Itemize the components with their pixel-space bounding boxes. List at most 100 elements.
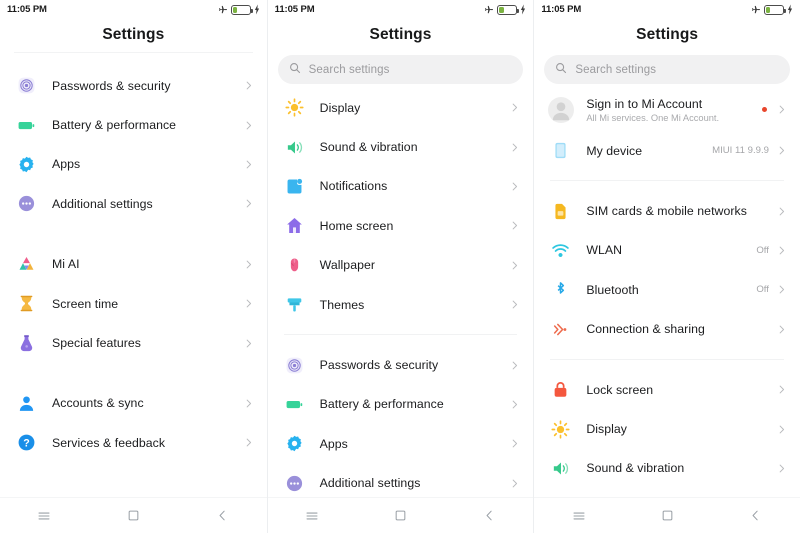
chevron-right-icon[interactable] — [243, 338, 254, 349]
mi-ai-icon — [17, 255, 36, 274]
list-item-texts: Apps — [320, 437, 348, 451]
list-item[interactable]: ? Services & feedback — [0, 423, 267, 462]
settings-list[interactable]: Display Sound & vibration Notifications Hom… — [268, 84, 534, 497]
nav-back-button[interactable] — [736, 501, 776, 531]
list-item-label: Sign in to Mi Account — [586, 96, 703, 111]
nav-menu-button[interactable] — [559, 501, 599, 531]
chevron-right-icon[interactable] — [776, 384, 787, 395]
list-item-texts: Passwords & security — [52, 79, 171, 93]
list-item[interactable]: SIM cards & mobile networks — [534, 191, 800, 230]
nav-home-button[interactable] — [647, 501, 687, 531]
list-item[interactable]: Lock screen — [534, 370, 800, 409]
chevron-right-icon[interactable] — [509, 478, 520, 489]
person-icon — [17, 394, 36, 413]
chevron-right-icon[interactable] — [776, 206, 787, 217]
chevron-right-icon[interactable] — [776, 284, 787, 295]
chevron-right-icon[interactable] — [509, 299, 520, 310]
list-item-texts: Special features — [52, 336, 141, 350]
list-item-texts: Battery & performance — [52, 118, 176, 132]
list-item[interactable]: Apps — [0, 145, 267, 184]
list-item[interactable]: Battery & performance — [268, 385, 534, 424]
chevron-right-icon[interactable] — [243, 437, 254, 448]
chevron-right-icon[interactable] — [509, 142, 520, 153]
list-item-label: Additional settings — [319, 476, 421, 491]
chevron-right-icon[interactable] — [509, 102, 520, 113]
chevron-right-icon[interactable] — [776, 145, 787, 156]
list-item[interactable]: Additional settings — [0, 184, 267, 223]
list-item-texts: Wallpaper — [320, 258, 375, 272]
list-item[interactable]: WLAN Off — [534, 231, 800, 270]
list-item-label: Mi AI — [52, 257, 80, 272]
list-item[interactable]: Themes — [268, 285, 534, 324]
list-item[interactable]: Notifications — [268, 167, 534, 206]
chevron-right-icon[interactable] — [776, 104, 787, 115]
list-item[interactable]: Connection & sharing — [534, 310, 800, 349]
battery-icon: 27 — [497, 4, 520, 15]
list-item[interactable]: Apps — [268, 424, 534, 463]
chevron-right-icon[interactable] — [243, 198, 254, 209]
chevron-right-icon[interactable] — [509, 360, 520, 371]
nav-home-button[interactable] — [380, 501, 420, 531]
list-item-label: Accounts & sync — [52, 396, 144, 411]
list-item[interactable]: Sound & vibration — [268, 127, 534, 166]
settings-group: Passwords & security Battery & performanc… — [268, 345, 534, 497]
list-item[interactable]: Wallpaper — [268, 246, 534, 285]
chevron-right-icon[interactable] — [243, 159, 254, 170]
list-item-texts: SIM cards & mobile networks — [586, 204, 747, 218]
status-bar-time: 11:05 PM — [274, 4, 315, 15]
list-item[interactable]: Home screen — [268, 206, 534, 245]
svg-text:?: ? — [23, 438, 30, 450]
list-item-texts: Display — [586, 422, 627, 436]
search-input[interactable]: Search settings — [277, 55, 524, 84]
chevron-right-icon[interactable] — [509, 181, 520, 192]
battery-percent-label: 27 — [503, 6, 511, 13]
chevron-right-icon[interactable] — [776, 324, 787, 335]
chevron-right-icon[interactable] — [243, 80, 254, 91]
nav-menu-button[interactable] — [292, 501, 332, 531]
list-item[interactable]: Additional settings — [268, 464, 534, 497]
list-item[interactable]: Sound & vibration — [534, 449, 800, 488]
list-item[interactable]: Mi AI — [0, 245, 267, 284]
list-item[interactable]: Bluetooth Off — [534, 270, 800, 309]
chevron-right-icon[interactable] — [509, 399, 520, 410]
nav-back-button[interactable] — [469, 501, 509, 531]
nav-menu-button[interactable] — [24, 501, 64, 531]
chevron-right-icon[interactable] — [509, 220, 520, 231]
chevron-right-icon[interactable] — [509, 260, 520, 271]
list-item-label: Lock screen — [586, 382, 654, 397]
nav-home-button[interactable] — [113, 501, 153, 531]
chevron-right-icon[interactable] — [243, 259, 254, 270]
list-item[interactable]: Passwords & security — [0, 66, 267, 105]
list-item[interactable]: Battery & performance — [0, 105, 267, 144]
chevron-right-icon[interactable] — [243, 398, 254, 409]
chevron-right-icon[interactable] — [509, 438, 520, 449]
chevron-right-icon[interactable] — [776, 245, 787, 256]
search-input[interactable]: Search settings — [544, 55, 790, 84]
chevron-right-icon[interactable] — [243, 298, 254, 309]
list-item[interactable]: Screen time — [0, 284, 267, 323]
list-item-texts: Battery & performance — [320, 397, 444, 411]
list-item[interactable]: Accounts & sync — [0, 384, 267, 423]
status-bar-time: 11:05 PM — [541, 4, 582, 15]
list-item[interactable]: My device MIUI 11 9.9.9 — [534, 131, 800, 170]
settings-list[interactable]: Sign in to Mi Account All Mi services. On… — [534, 84, 800, 497]
group-separator — [0, 363, 267, 384]
list-item[interactable]: Sign in to Mi Account All Mi services. On… — [534, 88, 800, 131]
group-separator — [0, 224, 267, 245]
battery-icon: 27 — [230, 4, 253, 15]
list-item-texts: Accounts & sync — [52, 396, 144, 410]
list-item[interactable]: Display — [268, 88, 534, 127]
chevron-right-icon[interactable] — [776, 424, 787, 435]
list-item[interactable]: Special features — [0, 323, 267, 362]
battery-percent-label: 27 — [770, 6, 778, 13]
page-header: Settings — [534, 19, 800, 53]
chevron-right-icon[interactable] — [243, 120, 254, 131]
chevron-right-icon[interactable] — [776, 463, 787, 474]
nav-back-button[interactable] — [202, 501, 242, 531]
list-item[interactable]: Display — [534, 409, 800, 448]
list-item-texts: Bluetooth — [586, 283, 638, 297]
settings-list[interactable]: Passwords & security Battery & performanc… — [0, 62, 267, 497]
list-item-texts: Additional settings — [52, 197, 153, 211]
list-item[interactable]: Passwords & security — [268, 345, 534, 384]
charging-bolt-icon — [520, 4, 526, 15]
